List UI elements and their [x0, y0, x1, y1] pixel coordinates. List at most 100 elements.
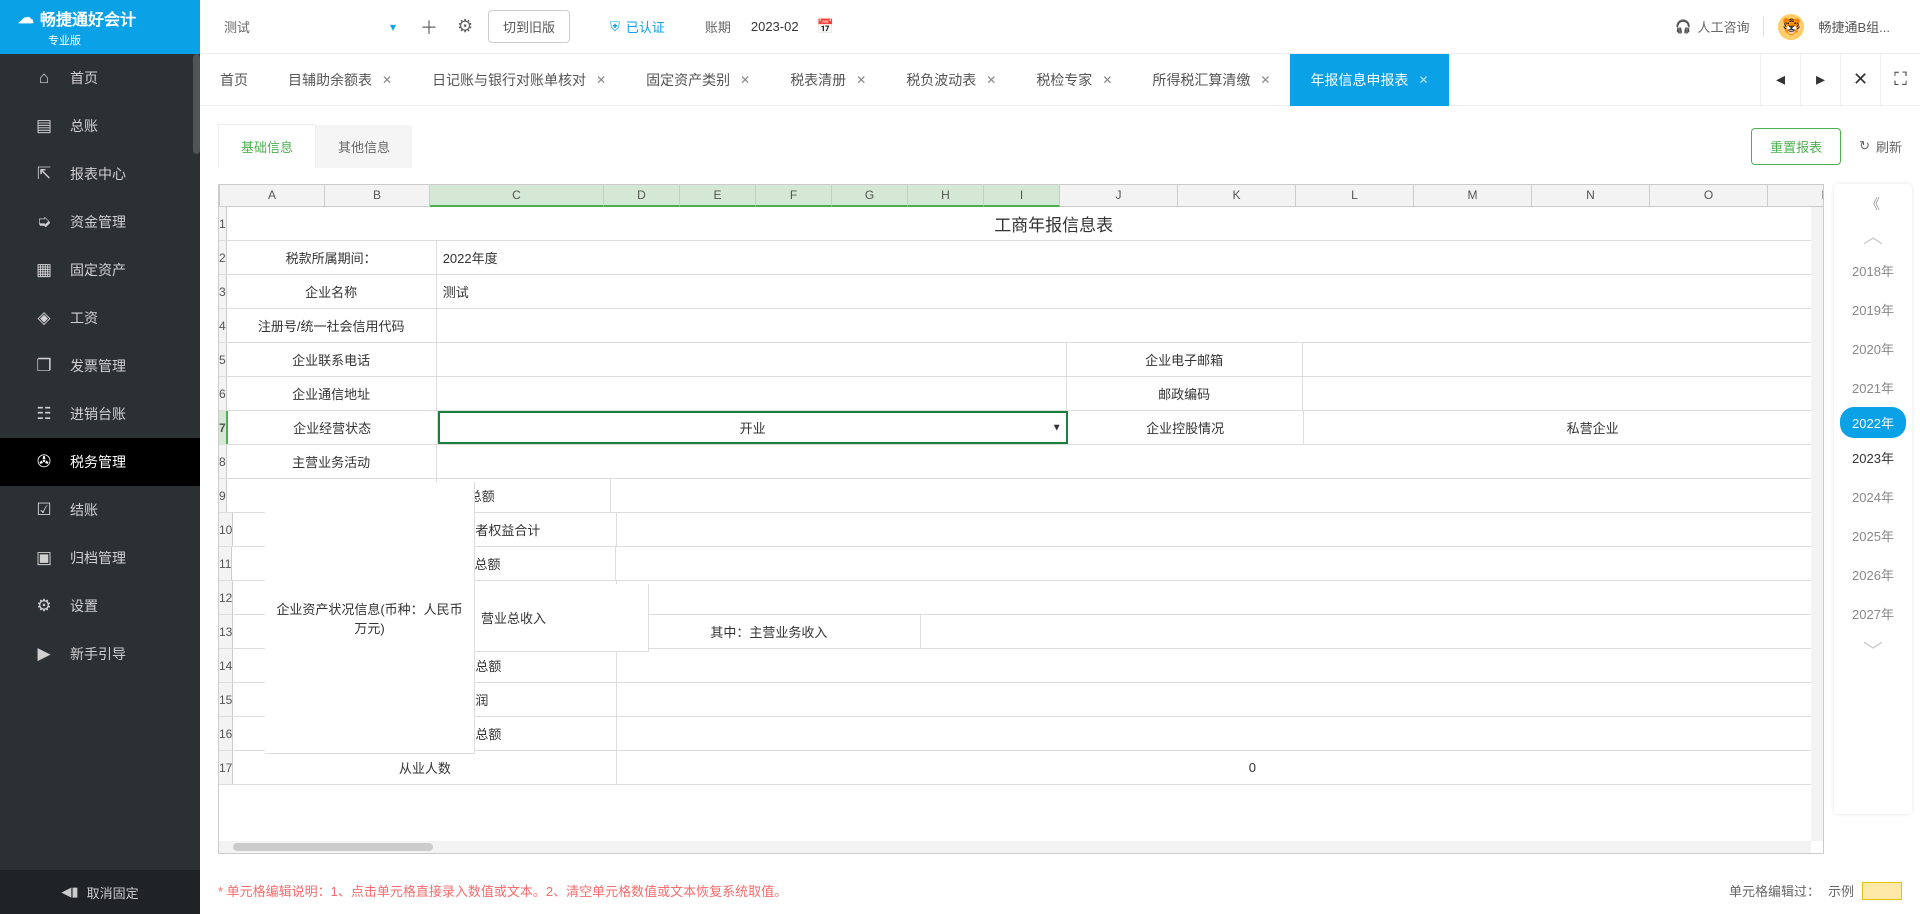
select-all-corner[interactable]: [219, 185, 220, 206]
sidebar-item-8[interactable]: ✇税务管理: [0, 438, 200, 486]
cell[interactable]: 企业经营状态: [228, 411, 438, 444]
col-header-D[interactable]: D: [604, 185, 680, 207]
tab[interactable]: 首页: [200, 54, 268, 106]
col-header-J[interactable]: J: [1060, 185, 1178, 206]
col-header-C[interactable]: C: [430, 185, 604, 207]
unpin-button[interactable]: ◀▮取消固定: [0, 870, 200, 914]
year-2023年[interactable]: 2023年: [1840, 438, 1906, 477]
close-icon[interactable]: ✕: [1260, 73, 1270, 87]
cell[interactable]: 邮政编码: [1067, 377, 1303, 410]
cell[interactable]: 税款所属期间：: [227, 241, 437, 274]
cell[interactable]: [1303, 343, 1811, 376]
cell[interactable]: 注册号/统一社会信用代码: [227, 309, 437, 342]
year-2024年[interactable]: 2024年: [1840, 477, 1906, 516]
sheet-title[interactable]: 工商年报信息表: [227, 207, 1811, 240]
cell[interactable]: 从业人数: [233, 751, 617, 784]
tab-prev-button[interactable]: ◂: [1760, 54, 1800, 106]
cell[interactable]: 主营业务活动: [227, 445, 437, 478]
sidebar-item-5[interactable]: ◈工资: [0, 294, 200, 342]
sidebar-item-9[interactable]: ☑结账: [0, 486, 200, 534]
cell[interactable]: 企业控股情况: [1068, 411, 1304, 444]
tab[interactable]: 年报信息申报表✕: [1290, 54, 1448, 106]
cell[interactable]: 其中：主营业务收入: [617, 615, 921, 648]
close-icon[interactable]: ✕: [1102, 73, 1112, 87]
year-2025年[interactable]: 2025年: [1840, 516, 1906, 555]
cell[interactable]: [921, 615, 1811, 648]
year-up-icon[interactable]: ︿: [1863, 220, 1883, 249]
year-down-icon[interactable]: ﹀: [1863, 635, 1883, 664]
cell[interactable]: 企业名称: [227, 275, 437, 308]
col-header-H[interactable]: H: [908, 185, 984, 207]
tab[interactable]: 所得税汇算清缴✕: [1132, 54, 1290, 106]
year-2020年[interactable]: 2020年: [1840, 329, 1906, 368]
cell[interactable]: [617, 581, 1811, 614]
col-header-G[interactable]: G: [832, 185, 908, 207]
cell[interactable]: 2022年度: [437, 241, 1811, 274]
close-icon[interactable]: ✕: [740, 73, 750, 87]
org-selector[interactable]: 测试▾: [214, 11, 406, 42]
close-icon[interactable]: ✕: [596, 73, 606, 87]
close-icon[interactable]: ✕: [382, 73, 392, 87]
collapse-icon[interactable]: 《: [1862, 190, 1884, 218]
cell[interactable]: 测试: [437, 275, 1811, 308]
consult-button[interactable]: 🎧人工咨询: [1675, 17, 1749, 36]
tab-basic-info[interactable]: 基础信息: [218, 124, 316, 168]
col-header-A[interactable]: A: [220, 185, 325, 206]
tab-next-button[interactable]: ▸: [1800, 54, 1840, 106]
cell[interactable]: 企业通信地址: [227, 377, 437, 410]
cell[interactable]: [617, 717, 1811, 750]
year-2019年[interactable]: 2019年: [1840, 290, 1906, 329]
switch-old-button[interactable]: 切到旧版: [488, 10, 570, 43]
cell[interactable]: [617, 683, 1811, 716]
tab[interactable]: 固定资产类别✕: [626, 54, 770, 106]
refresh-button[interactable]: ↻刷新: [1859, 137, 1902, 156]
fullscreen-button[interactable]: ⛶: [1880, 54, 1920, 106]
spreadsheet[interactable]: ABCDEFGHIJKLMNOPQ 1工商年报信息表2税款所属期间：2022年度…: [218, 184, 1824, 854]
horizontal-scrollbar[interactable]: [219, 841, 1811, 853]
tab[interactable]: 税表清册✕: [770, 54, 886, 106]
sidebar-item-4[interactable]: ▦固定资产: [0, 246, 200, 294]
col-header-B[interactable]: B: [325, 185, 430, 206]
year-2022年[interactable]: 2022年: [1840, 407, 1906, 438]
col-header-E[interactable]: E: [680, 185, 756, 207]
status-select[interactable]: 开业▼: [438, 411, 1068, 444]
tab[interactable]: 税负波动表✕: [886, 54, 1016, 106]
year-2021年[interactable]: 2021年: [1840, 368, 1906, 407]
close-icon[interactable]: ✕: [1418, 73, 1428, 87]
close-icon[interactable]: ✕: [856, 73, 866, 87]
col-header-I[interactable]: I: [984, 185, 1060, 207]
add-button[interactable]: ＋: [416, 14, 442, 40]
tab[interactable]: 目辅助余额表✕: [268, 54, 412, 106]
year-2026年[interactable]: 2026年: [1840, 555, 1906, 594]
sidebar-item-3[interactable]: ➭资金管理: [0, 198, 200, 246]
reset-report-button[interactable]: 重置报表: [1751, 128, 1841, 165]
cell[interactable]: [437, 343, 1067, 376]
cell[interactable]: [617, 649, 1811, 682]
tab-close-all-button[interactable]: ✕: [1840, 54, 1880, 106]
col-header-O[interactable]: O: [1650, 185, 1768, 206]
col-header-L[interactable]: L: [1296, 185, 1414, 206]
sidebar-item-10[interactable]: ▣归档管理: [0, 534, 200, 582]
cell[interactable]: 企业电子邮箱: [1067, 343, 1303, 376]
avatar[interactable]: 🐯: [1778, 14, 1804, 40]
cell[interactable]: 0: [617, 751, 1811, 784]
period-value[interactable]: 2023-02: [751, 19, 799, 34]
col-header-K[interactable]: K: [1178, 185, 1296, 206]
cell[interactable]: [611, 479, 1811, 512]
cell[interactable]: 私营企业: [1304, 411, 1811, 444]
year-2027年[interactable]: 2027年: [1840, 594, 1906, 633]
col-header-N[interactable]: N: [1532, 185, 1650, 206]
settings-icon[interactable]: ⚙: [452, 14, 478, 40]
tab[interactable]: 日记账与银行对账单核对✕: [412, 54, 626, 106]
year-2018年[interactable]: 2018年: [1840, 251, 1906, 290]
sidebar-item-1[interactable]: ▤总账: [0, 102, 200, 150]
cell[interactable]: [437, 445, 1811, 478]
cell[interactable]: [617, 513, 1811, 546]
cell[interactable]: 企业联系电话: [227, 343, 437, 376]
sidebar-item-7[interactable]: ☷进销台账: [0, 390, 200, 438]
cell[interactable]: [1303, 377, 1811, 410]
tab[interactable]: 税检专家✕: [1016, 54, 1132, 106]
cell[interactable]: [437, 377, 1067, 410]
col-header-P[interactable]: P: [1768, 185, 1824, 206]
username[interactable]: 畅捷通B组...: [1818, 17, 1890, 36]
